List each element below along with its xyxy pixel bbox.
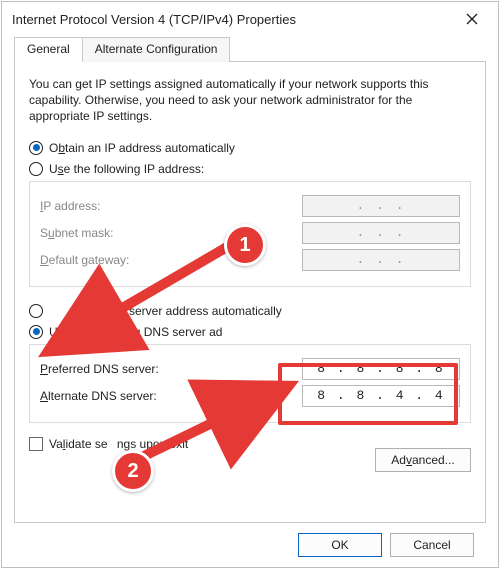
label-subnet-mask: Subnet mask: [40, 226, 113, 240]
radio-label: NS server address automatically [109, 304, 282, 318]
radio-icon [29, 325, 43, 339]
radio-use-following-ip[interactable]: Use the following IP address: [29, 160, 471, 178]
advanced-button[interactable]: Advanced... [375, 448, 471, 472]
input-preferred-dns[interactable]: 8 . 8 . 8 . 8 [302, 358, 460, 380]
radio-label: Use the following DNS server ad [49, 325, 222, 339]
input-ip-address: . . . [302, 195, 460, 217]
label-default-gateway: Default gateway: [40, 253, 129, 267]
tab-alternate-configuration[interactable]: Alternate Configuration [82, 37, 231, 62]
row-default-gateway: Default gateway: . . . [40, 249, 460, 271]
close-button[interactable] [452, 5, 492, 33]
row-ip-address: IP address: . . . [40, 195, 460, 217]
cancel-button[interactable]: Cancel [390, 533, 474, 557]
row-alternate-dns: Alternate DNS server: 8 . 8 . 4 . 4 [40, 385, 460, 407]
radio-label: Use the following IP address: [49, 162, 204, 176]
close-icon [466, 13, 478, 25]
tab-panel-general: You can get IP settings assigned automat… [14, 61, 486, 523]
radio-obtain-dns-auto[interactable]: NS server address automatically [29, 302, 471, 320]
input-subnet-mask: . . . [302, 222, 460, 244]
row-preferred-dns: Preferred DNS server: 8 . 8 . 8 . 8 [40, 358, 460, 380]
window-title: Internet Protocol Version 4 (TCP/IPv4) P… [12, 12, 296, 27]
label-ip-address: IP address: [40, 199, 101, 213]
radio-obtain-ip-auto[interactable]: Obtain an IP address automatically [29, 139, 471, 157]
radio-icon [29, 162, 43, 176]
radio-label: Obtain an IP address automatically [49, 141, 235, 155]
dialog-window: Internet Protocol Version 4 (TCP/IPv4) P… [1, 1, 499, 568]
label-preferred-dns: Preferred DNS server: [40, 362, 159, 376]
titlebar: Internet Protocol Version 4 (TCP/IPv4) P… [2, 2, 498, 36]
tab-general[interactable]: General [14, 37, 83, 62]
input-alternate-dns[interactable]: 8 . 8 . 4 . 4 [302, 385, 460, 407]
radio-use-following-dns[interactable]: Use the following DNS server ad [29, 323, 471, 341]
dialog-content: General Alternate Configuration You can … [2, 36, 498, 567]
tabstrip: General Alternate Configuration [14, 37, 486, 62]
label-alternate-dns: Alternate DNS server: [40, 389, 157, 403]
row-subnet-mask: Subnet mask: . . . [40, 222, 460, 244]
group-ip-fields: IP address: . . . Subnet mask: . . . Def… [29, 181, 471, 287]
ok-button[interactable]: OK [298, 533, 382, 557]
dialog-footer: OK Cancel [14, 523, 486, 557]
checkbox-label: Validate settings upon exit [49, 437, 188, 451]
radio-icon [29, 304, 43, 318]
group-dns-fields: Preferred DNS server: 8 . 8 . 8 . 8 Alte… [29, 344, 471, 423]
checkbox-icon [29, 437, 43, 451]
input-default-gateway: . . . [302, 249, 460, 271]
radio-icon [29, 141, 43, 155]
description-text: You can get IP settings assigned automat… [29, 76, 471, 125]
